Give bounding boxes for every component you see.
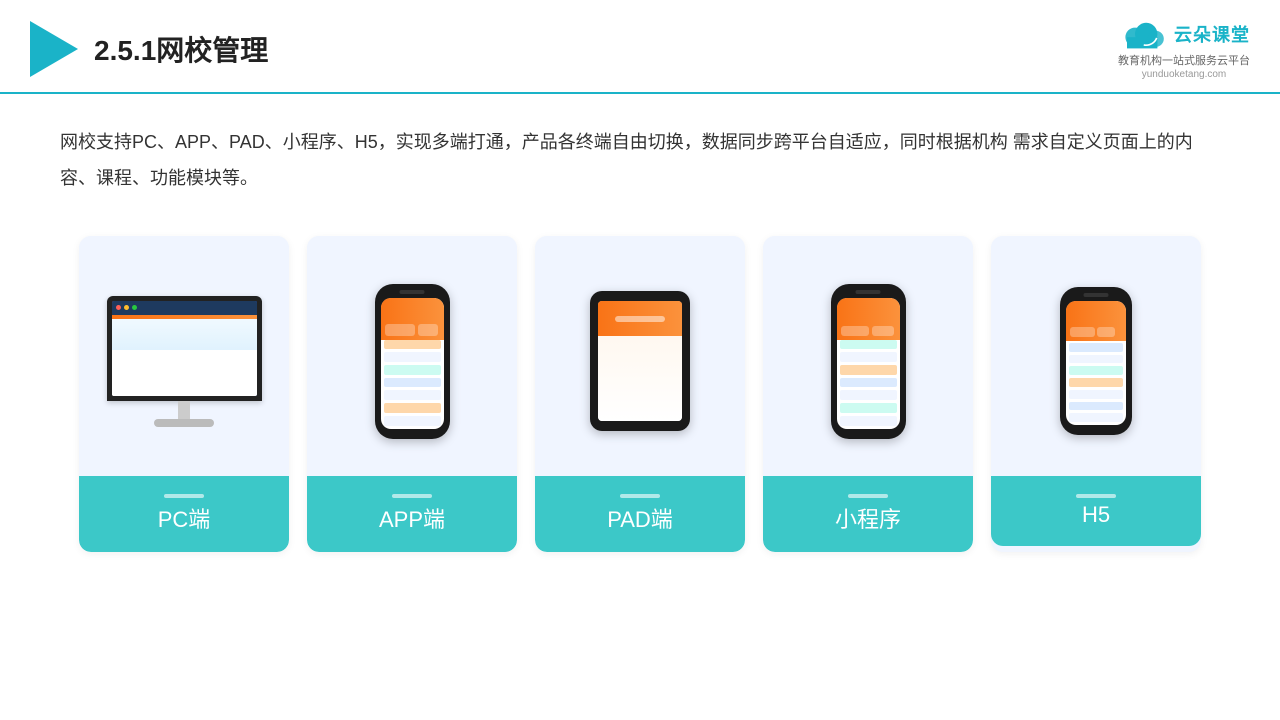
- h5-phone-screen: [1066, 301, 1126, 425]
- h5-phone-icon: [1060, 287, 1132, 435]
- logo-url: yunduoketang.com: [1142, 69, 1227, 80]
- card-pc-image: [79, 236, 289, 476]
- brand-triangle-icon: [30, 21, 78, 77]
- card-pad-label: PAD端: [535, 476, 745, 552]
- pad-screen-content: [602, 339, 678, 417]
- monitor-base: [154, 419, 214, 427]
- logo-tagline: 教育机构一站式服务云平台: [1118, 52, 1250, 68]
- card-pad-image: [535, 236, 745, 476]
- label-bar-app: [392, 494, 432, 498]
- cloud-icon: [1118, 18, 1168, 50]
- card-h5: H5: [991, 236, 1201, 552]
- pad-tablet-screen: [598, 301, 682, 421]
- label-bar-h5: [1076, 494, 1116, 498]
- header: 2.5.1网校管理 云朵课堂 教育机构一站式服务云平台 yunduoketang…: [0, 0, 1280, 94]
- miniprogram-phone-icon: [831, 284, 906, 439]
- monitor-neck: [178, 401, 190, 419]
- header-left: 2.5.1网校管理: [30, 21, 268, 77]
- monitor-outer: [107, 296, 262, 401]
- cards-container: PC端: [0, 216, 1280, 572]
- card-pad: PAD端: [535, 236, 745, 552]
- card-pc-label: PC端: [79, 476, 289, 552]
- card-h5-label: H5: [991, 476, 1201, 546]
- pc-monitor-icon: [107, 296, 262, 427]
- h5-screen-body: [1069, 343, 1123, 422]
- cloud-logo: 云朵课堂: [1118, 18, 1250, 50]
- monitor-screen: [112, 301, 257, 396]
- card-miniprogram-label: 小程序: [763, 476, 973, 552]
- card-pc: PC端: [79, 236, 289, 552]
- label-bar-miniprogram: [848, 494, 888, 498]
- label-bar-pad: [620, 494, 660, 498]
- miniprogram-screen-body: [840, 340, 897, 426]
- card-miniprogram: 小程序: [763, 236, 973, 552]
- card-app-image: [307, 236, 517, 476]
- description-text: 网校支持PC、APP、PAD、小程序、H5，实现多端打通，产品各终端自由切换，数…: [0, 94, 1280, 216]
- logo-name: 云朵课堂: [1174, 21, 1250, 47]
- header-right: 云朵课堂 教育机构一站式服务云平台 yunduoketang.com: [1118, 18, 1250, 80]
- card-miniprogram-image: [763, 236, 973, 476]
- pad-tablet-icon: [590, 291, 690, 431]
- app-phone-screen: [381, 298, 444, 429]
- app-screen-body: [384, 340, 441, 426]
- card-app-label: APP端: [307, 476, 517, 552]
- label-bar-pc: [164, 494, 204, 498]
- card-h5-image: [991, 236, 1201, 476]
- page-title: 2.5.1网校管理: [94, 29, 268, 69]
- miniprogram-phone-screen: [837, 298, 900, 429]
- card-app: APP端: [307, 236, 517, 552]
- app-phone-icon: [375, 284, 450, 439]
